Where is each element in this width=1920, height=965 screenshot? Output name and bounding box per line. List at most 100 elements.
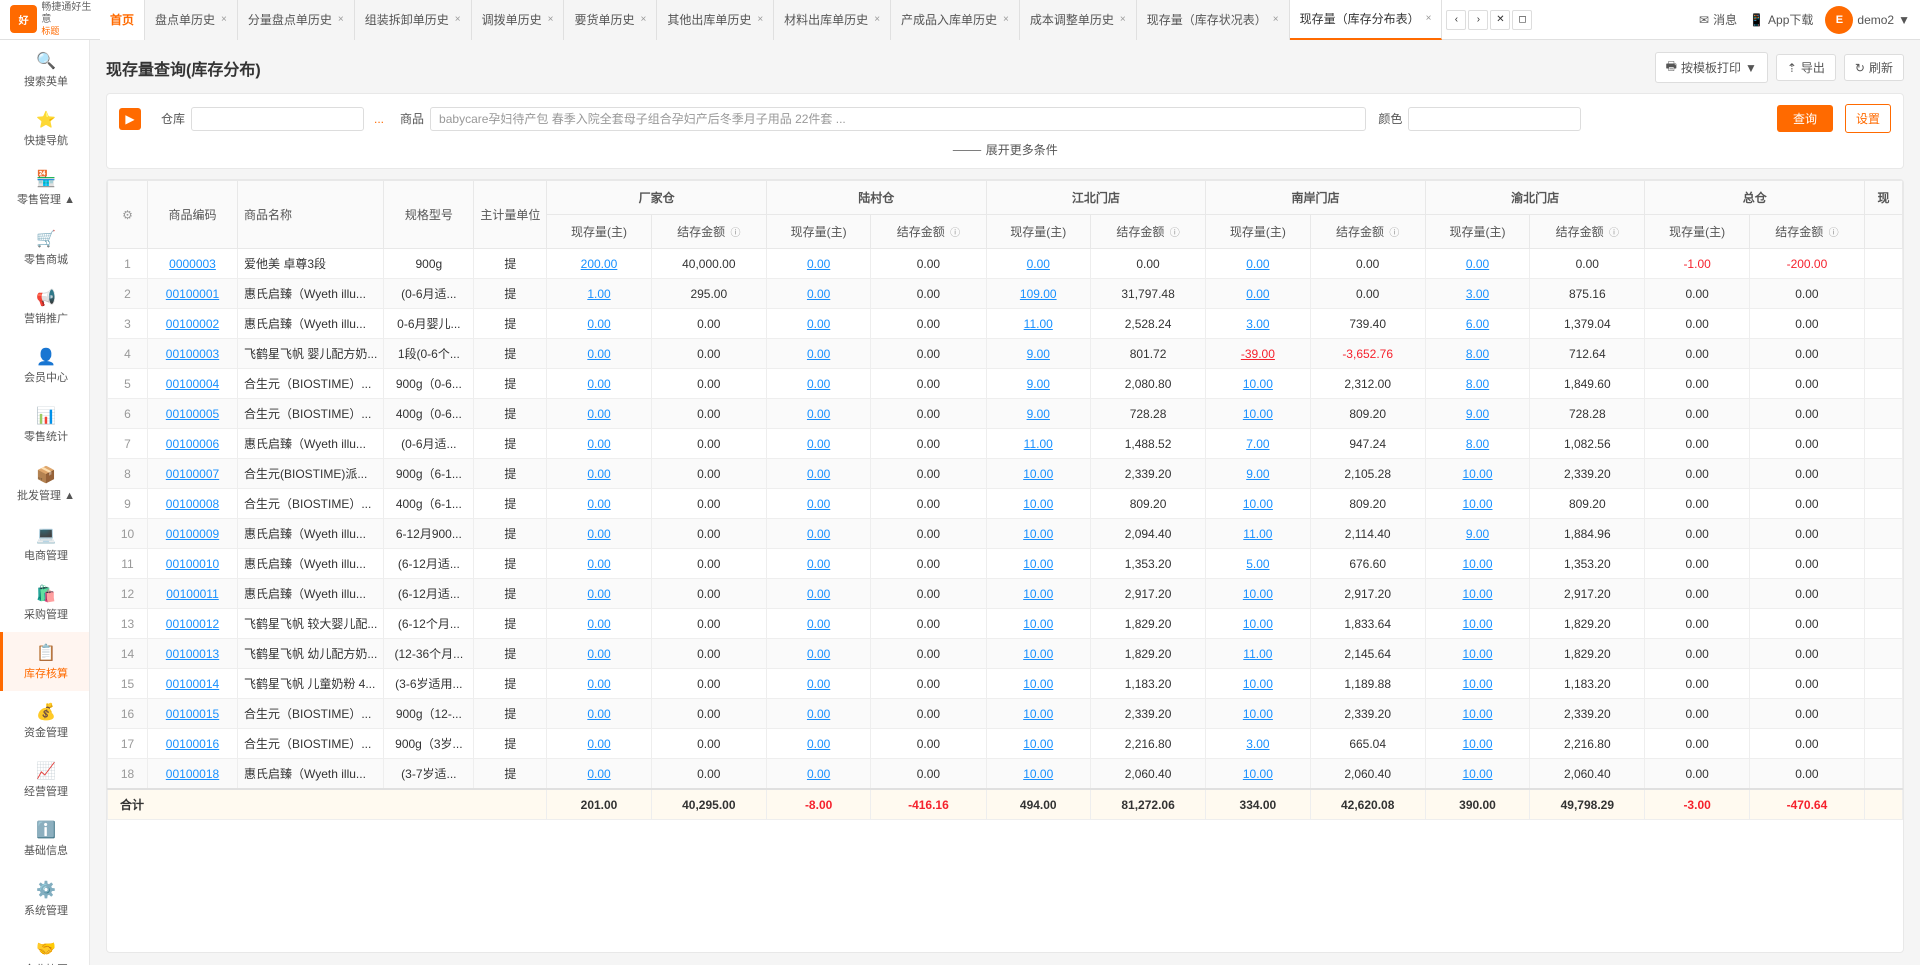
cell-wh4-amt: 676.60 — [1310, 549, 1425, 579]
cell-wh1-amt: 0.00 — [651, 579, 766, 609]
tab-close-btn-3[interactable]: × — [455, 14, 461, 25]
cell-wh5-amt: 1,884.96 — [1530, 519, 1645, 549]
cell-name: 合生元（BIOSTIME）... — [238, 489, 384, 519]
warehouse-dots[interactable]: ... — [370, 112, 388, 126]
sidebar-item-2[interactable]: 🏪零售管理 ▲ — [0, 158, 89, 217]
sidebar-item-5[interactable]: 👤会员中心 — [0, 336, 89, 395]
cell-code: 00100015 — [148, 699, 238, 729]
tab-item-4[interactable]: 调拨单历史× — [472, 0, 565, 40]
sidebar-item-12[interactable]: 📈经营管理 — [0, 750, 89, 809]
color-input[interactable] — [1408, 107, 1581, 131]
th-settings[interactable]: ⚙ — [108, 181, 148, 249]
cell-wh3-stock: 0.00 — [986, 249, 1090, 279]
sidebar-item-0[interactable]: 🔍搜索英单 — [0, 40, 89, 99]
export-button[interactable]: ⇡ 导出 — [1776, 54, 1836, 81]
user-avatar[interactable]: E demo2 ▼ — [1825, 6, 1910, 34]
sidebar-item-8[interactable]: 💻电商管理 — [0, 514, 89, 573]
expand-btn[interactable]: ⸻ 展开更多条件 — [952, 141, 1058, 158]
sidebar-item-1[interactable]: ⭐快捷导航 — [0, 99, 89, 158]
sum-wh5-stock: 390.00 — [1425, 789, 1529, 820]
cell-name: 合生元（BIOSTIME）... — [238, 369, 384, 399]
sidebar-item-9[interactable]: 🛍️采购管理 — [0, 573, 89, 632]
tab-close-btn-2[interactable]: × — [338, 14, 344, 25]
sidebar-label-4: 营销推广 — [24, 313, 68, 326]
cell-wh4-amt: 665.04 — [1310, 729, 1425, 759]
goods-input[interactable] — [430, 107, 1366, 131]
app-download-btn[interactable]: 📱 App下载 — [1749, 11, 1813, 28]
cell-tot-amt: 0.00 — [1749, 639, 1864, 669]
tab-item-0[interactable]: 首页 — [100, 0, 145, 40]
cell-wh4-stock: 11.00 — [1206, 639, 1310, 669]
tab-nav-right[interactable]: › — [1468, 10, 1488, 30]
print-button[interactable]: 🖶 按模板打印 ▼ — [1655, 52, 1768, 83]
tab-item-5[interactable]: 要货单历史× — [564, 0, 657, 40]
sidebar-item-14[interactable]: ⚙️系统管理 — [0, 869, 89, 928]
tab-item-2[interactable]: 分量盘点单历史× — [238, 0, 355, 40]
sidebar-item-3[interactable]: 🛒零售商城 — [0, 218, 89, 277]
cell-tot-amt: 0.00 — [1749, 759, 1864, 790]
cell-wh5-amt: 1,829.20 — [1530, 639, 1645, 669]
tab-close-btn-10[interactable]: × — [1273, 14, 1279, 25]
tab-item-1[interactable]: 盘点单历史× — [145, 0, 238, 40]
message-btn[interactable]: ✉ 消息 — [1699, 11, 1737, 28]
tab-close-btn-1[interactable]: × — [221, 14, 227, 25]
tab-item-7[interactable]: 材料出库单历史× — [774, 0, 891, 40]
cell-name: 合生元（BIOSTIME）... — [238, 729, 384, 759]
goods-label: 商品 — [400, 110, 424, 127]
tab-close-btn-5[interactable]: × — [640, 14, 646, 25]
sidebar-item-7[interactable]: 📦批发管理 ▲ — [0, 454, 89, 513]
cell-wh2-stock: 0.00 — [766, 519, 870, 549]
tab-nav-close[interactable]: ✕ — [1490, 10, 1510, 30]
cell-idx: 15 — [108, 669, 148, 699]
search-button[interactable]: 查询 — [1777, 105, 1833, 132]
cell-wh4-stock: 3.00 — [1206, 309, 1310, 339]
cell-wh1-amt: 0.00 — [651, 519, 766, 549]
cell-tot-amt: 0.00 — [1749, 519, 1864, 549]
cell-wh3-amt: 2,917.20 — [1090, 579, 1205, 609]
sidebar-item-13[interactable]: ℹ️基础信息 — [0, 809, 89, 868]
cell-code: 00100003 — [148, 339, 238, 369]
cell-wh5-stock: 3.00 — [1425, 279, 1529, 309]
settings-button[interactable]: 设置 — [1845, 104, 1891, 133]
mobile-icon: 📱 — [1749, 13, 1764, 27]
tab-close-btn-11[interactable]: × — [1426, 13, 1432, 24]
cell-idx: 12 — [108, 579, 148, 609]
sidebar-item-11[interactable]: 💰资金管理 — [0, 691, 89, 750]
tab-nav-expand[interactable]: ◻ — [1512, 10, 1532, 30]
tab-item-8[interactable]: 产成品入库单历史× — [891, 0, 1020, 40]
filter-toggle-btn[interactable]: ▶ — [119, 108, 141, 130]
tab-close-btn-9[interactable]: × — [1120, 14, 1126, 25]
tab-item-9[interactable]: 成本调整单历史× — [1020, 0, 1137, 40]
tab-item-11[interactable]: 现存量（库存分布表）× — [1290, 0, 1443, 40]
cell-wh4-stock: 0.00 — [1206, 249, 1310, 279]
sidebar-item-4[interactable]: 📢营销推广 — [0, 277, 89, 336]
sidebar-item-6[interactable]: 📊零售统计 — [0, 395, 89, 454]
sum-wh5-amt: 49,798.29 — [1530, 789, 1645, 820]
tab-close-btn-4[interactable]: × — [548, 14, 554, 25]
th-wh5-stock: 现存量(主) — [1425, 215, 1529, 249]
tab-nav-left[interactable]: ‹ — [1446, 10, 1466, 30]
sum-wh3-amt: 81,272.06 — [1090, 789, 1205, 820]
top-actions: ✉ 消息 📱 App下载 E demo2 ▼ — [1699, 6, 1910, 34]
sum-tot-amt: -470.64 — [1749, 789, 1864, 820]
cell-wh1-amt: 0.00 — [651, 729, 766, 759]
refresh-button[interactable]: ↻ 刷新 — [1844, 54, 1904, 81]
cell-wh5-stock: 8.00 — [1425, 429, 1529, 459]
cell-wh5-amt: 712.64 — [1530, 339, 1645, 369]
sidebar-label-10: 库存核算 — [24, 668, 68, 681]
table-row: 18 00100018 惠氏启臻（Wyeth illu... (3-7岁适...… — [108, 759, 1903, 790]
tab-close-btn-7[interactable]: × — [874, 14, 880, 25]
tab-item-3[interactable]: 组装拆卸单历史× — [355, 0, 472, 40]
tab-close-btn-6[interactable]: × — [757, 14, 763, 25]
warehouse-input[interactable] — [191, 107, 364, 131]
sidebar-item-15[interactable]: 🤝企业协同 — [0, 928, 89, 965]
sidebar-icon-0: 🔍 — [35, 50, 57, 72]
tab-item-6[interactable]: 其他出库单历史× — [657, 0, 774, 40]
tab-item-10[interactable]: 现存量（库存状况表）× — [1137, 0, 1290, 40]
cell-wh5-amt: 875.16 — [1530, 279, 1645, 309]
cell-tot-stock: 0.00 — [1645, 609, 1749, 639]
cell-wh5-stock: 8.00 — [1425, 369, 1529, 399]
sidebar-item-10[interactable]: 📋库存核算 — [0, 632, 89, 691]
cell-code: 00100005 — [148, 399, 238, 429]
tab-close-btn-8[interactable]: × — [1003, 14, 1009, 25]
